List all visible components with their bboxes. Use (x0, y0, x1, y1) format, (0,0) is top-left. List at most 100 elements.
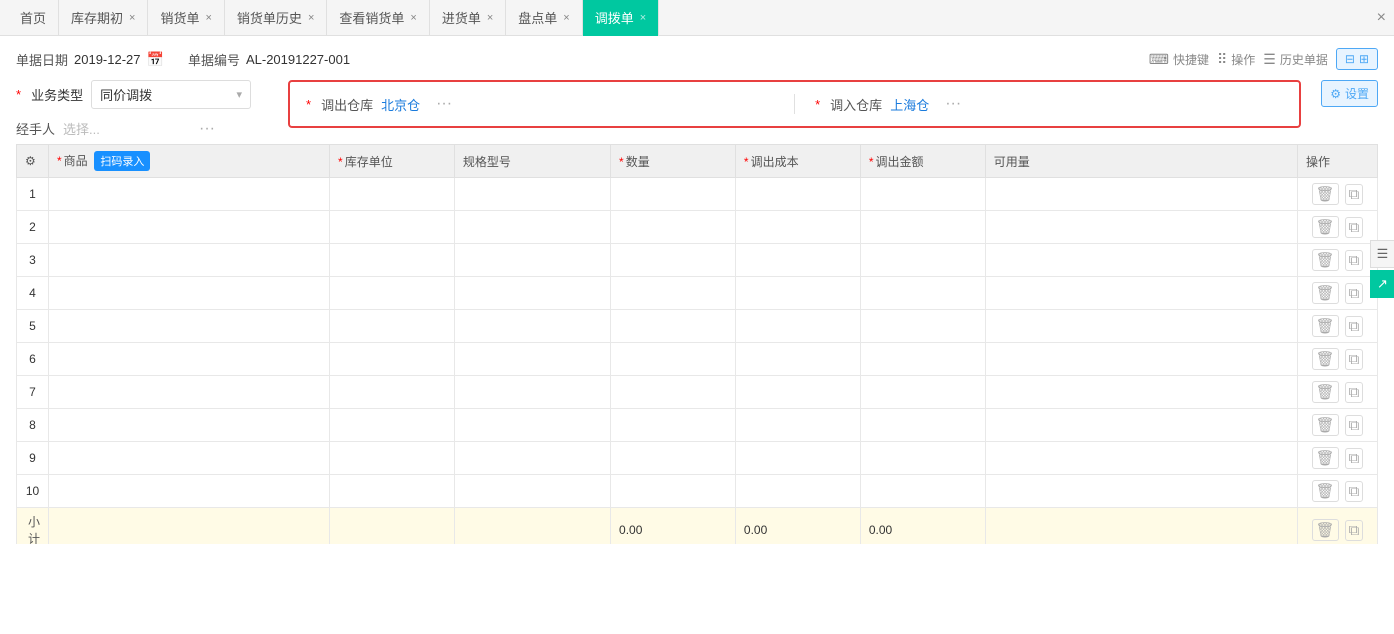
delete-icon[interactable]: 🗑 (1312, 282, 1339, 304)
operations-action[interactable]: ⠿ 操作 (1217, 51, 1255, 68)
close-icon[interactable]: × (487, 12, 493, 24)
tab-transfer[interactable]: 调拨单 × (583, 0, 659, 36)
copy-icon[interactable]: ⧉ (1345, 349, 1364, 370)
spec-cell[interactable] (454, 211, 610, 244)
product-cell[interactable] (49, 277, 330, 310)
form-settings-button[interactable]: ⚙ 设置 (1321, 80, 1378, 107)
amount-cell[interactable] (860, 277, 985, 310)
product-cell[interactable] (49, 244, 330, 277)
product-cell[interactable] (49, 409, 330, 442)
shortcuts-action[interactable]: ⌨ 快捷键 (1149, 51, 1209, 68)
product-cell[interactable] (49, 376, 330, 409)
close-icon[interactable]: × (205, 12, 211, 24)
amount-cell[interactable] (860, 343, 985, 376)
cost-cell[interactable] (735, 475, 860, 508)
quantity-cell[interactable] (611, 178, 736, 211)
cost-cell[interactable] (735, 343, 860, 376)
copy-icon[interactable]: ⧉ (1345, 217, 1364, 238)
copy-icon[interactable]: ⧉ (1345, 184, 1364, 205)
copy-icon[interactable]: ⧉ (1345, 283, 1364, 304)
product-cell[interactable] (49, 178, 330, 211)
layout-settings-button[interactable]: ⊟ ⊞ (1336, 48, 1378, 70)
quantity-cell[interactable] (611, 475, 736, 508)
amount-cell[interactable] (860, 310, 985, 343)
quantity-cell[interactable]: 0.00 (611, 508, 736, 545)
business-type-select[interactable]: 同价调拨 ▾ (91, 80, 251, 109)
copy-icon[interactable]: ⧉ (1345, 382, 1364, 403)
tab-inventory-check[interactable]: 盘点单 × (506, 0, 582, 36)
cost-cell[interactable] (735, 211, 860, 244)
delete-icon[interactable]: 🗑 (1312, 519, 1339, 541)
tab-home[interactable]: 首页 (8, 0, 59, 36)
delete-icon[interactable]: 🗑 (1312, 480, 1339, 502)
amount-cell[interactable] (860, 211, 985, 244)
amount-cell[interactable] (860, 409, 985, 442)
delete-icon[interactable]: 🗑 (1312, 216, 1339, 238)
quantity-cell[interactable] (611, 211, 736, 244)
person-select[interactable]: 选择... (63, 117, 183, 140)
unit-cell[interactable] (330, 508, 455, 545)
copy-icon[interactable]: ⧉ (1345, 415, 1364, 436)
scan-barcode-button[interactable]: 扫码录入 (94, 151, 150, 171)
close-icon[interactable]: × (410, 12, 416, 24)
copy-icon[interactable]: ⧉ (1345, 316, 1364, 337)
cost-cell[interactable] (735, 409, 860, 442)
copy-icon[interactable]: ⧉ (1345, 481, 1364, 502)
cost-cell[interactable] (735, 277, 860, 310)
spec-cell[interactable] (454, 178, 610, 211)
tab-inventory-init[interactable]: 库存期初 × (59, 0, 148, 36)
cost-cell[interactable]: 0.00 (735, 508, 860, 545)
product-cell[interactable] (49, 508, 330, 545)
person-more-icon[interactable]: ··· (199, 120, 215, 138)
spec-cell[interactable] (454, 343, 610, 376)
tab-sales-history[interactable]: 销货单历史 × (225, 0, 327, 36)
spec-cell[interactable] (454, 442, 610, 475)
spec-cell[interactable] (454, 376, 610, 409)
spec-cell[interactable] (454, 508, 610, 545)
delete-icon[interactable]: 🗑 (1312, 414, 1339, 436)
spec-cell[interactable] (454, 475, 610, 508)
spec-cell[interactable] (454, 409, 610, 442)
close-icon[interactable]: × (563, 12, 569, 24)
unit-cell[interactable] (330, 442, 455, 475)
cost-cell[interactable] (735, 376, 860, 409)
close-icon[interactable]: × (129, 12, 135, 24)
unit-cell[interactable] (330, 211, 455, 244)
amount-cell[interactable] (860, 475, 985, 508)
unit-cell[interactable] (330, 310, 455, 343)
unit-cell[interactable] (330, 277, 455, 310)
amount-cell[interactable] (860, 442, 985, 475)
delete-icon[interactable]: 🗑 (1312, 348, 1339, 370)
quantity-cell[interactable] (611, 442, 736, 475)
unit-cell[interactable] (330, 178, 455, 211)
copy-icon[interactable]: ⧉ (1345, 250, 1364, 271)
delete-icon[interactable]: 🗑 (1312, 249, 1339, 271)
quantity-cell[interactable] (611, 376, 736, 409)
amount-cell[interactable] (860, 244, 985, 277)
spec-cell[interactable] (454, 277, 610, 310)
tab-view-sales[interactable]: 查看销货单 × (327, 0, 429, 36)
amount-cell[interactable] (860, 376, 985, 409)
quantity-cell[interactable] (611, 343, 736, 376)
cost-cell[interactable] (735, 442, 860, 475)
col-settings[interactable]: ⚙ (17, 145, 49, 178)
spec-cell[interactable] (454, 244, 610, 277)
history-action[interactable]: ☰ 历史单据 (1263, 51, 1328, 68)
delete-icon[interactable]: 🗑 (1312, 315, 1339, 337)
cost-cell[interactable] (735, 178, 860, 211)
delete-icon[interactable]: 🗑 (1312, 447, 1339, 469)
gear-icon[interactable]: ⚙ (25, 154, 36, 168)
side-panel-list-icon[interactable]: ☰ (1370, 240, 1394, 268)
quantity-cell[interactable] (611, 277, 736, 310)
to-warehouse-more-icon[interactable]: ··· (945, 95, 961, 113)
side-panel-expand-icon[interactable]: ↗ (1370, 270, 1394, 298)
spec-cell[interactable] (454, 310, 610, 343)
delete-icon[interactable]: 🗑 (1312, 381, 1339, 403)
unit-cell[interactable] (330, 343, 455, 376)
product-cell[interactable] (49, 310, 330, 343)
quantity-cell[interactable] (611, 310, 736, 343)
quantity-cell[interactable] (611, 409, 736, 442)
delete-icon[interactable]: 🗑 (1312, 183, 1339, 205)
product-cell[interactable] (49, 211, 330, 244)
tab-purchase[interactable]: 进货单 × (430, 0, 506, 36)
